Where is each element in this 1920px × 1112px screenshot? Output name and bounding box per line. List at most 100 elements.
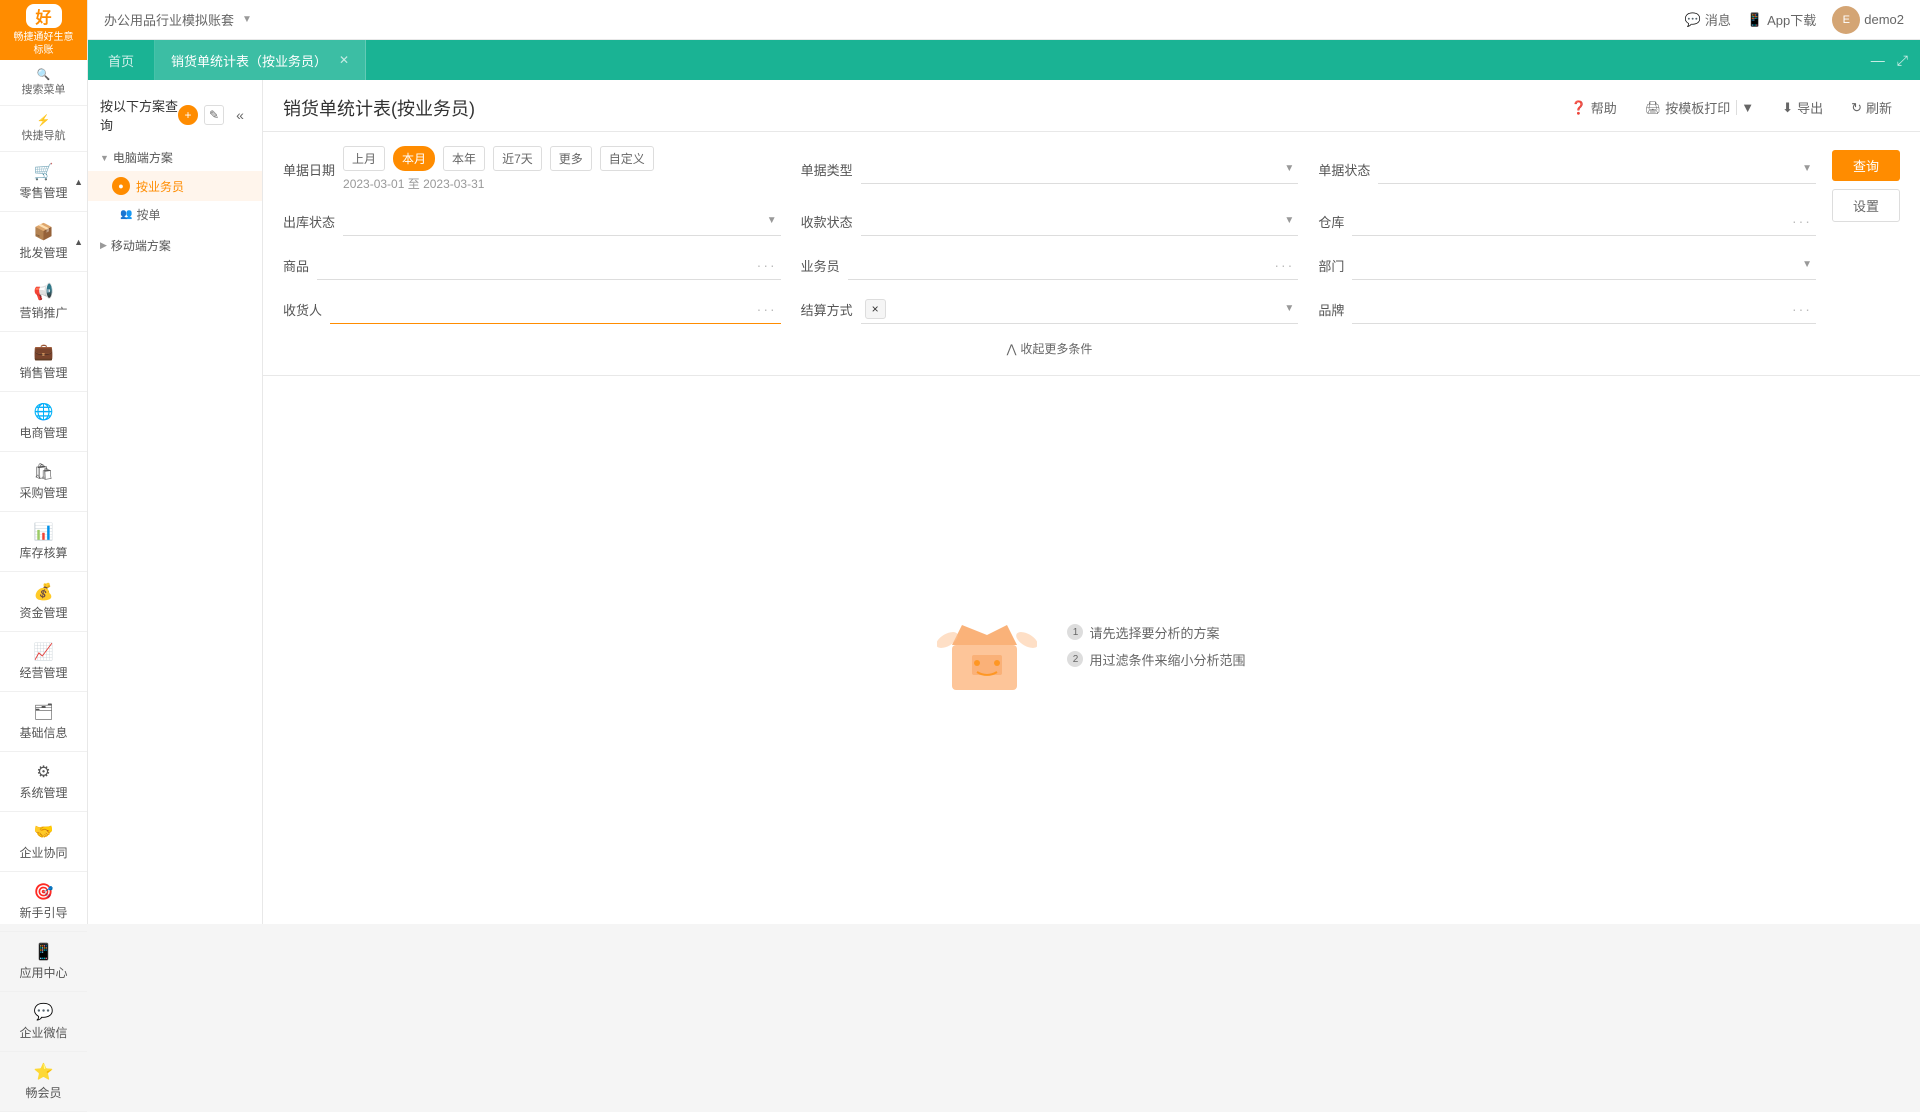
- message-button[interactable]: 💬 消息: [1685, 10, 1731, 29]
- receiver-input[interactable]: ···: [330, 294, 781, 324]
- query-button[interactable]: 查询: [1832, 150, 1900, 181]
- mobile-scheme-header[interactable]: ▶ 移动端方案: [88, 232, 262, 259]
- date-btn-more[interactable]: 更多: [550, 146, 592, 171]
- scheme-salesperson-label: 按业务员: [136, 178, 184, 195]
- sidebar-item-sales[interactable]: 💼 销售管理: [0, 332, 87, 392]
- scheme-item-by-salesperson[interactable]: ● 按业务员: [88, 171, 262, 201]
- date-btn-last-month[interactable]: 上月: [343, 146, 385, 171]
- date-btn-custom[interactable]: 自定义: [600, 146, 654, 171]
- tab-maximize-button[interactable]: ⤢: [1893, 48, 1912, 73]
- left-panel-title: 按以下方案查询: [100, 96, 178, 134]
- dept-label: 部门: [1318, 256, 1344, 275]
- tab-home[interactable]: 首页: [88, 40, 155, 80]
- sidebar-item-finance[interactable]: 💰 资金管理: [0, 572, 87, 632]
- out-status-dropdown-icon: ▼: [767, 215, 777, 226]
- brand-filter-cell: 品牌 ···: [1318, 294, 1816, 324]
- empty-hints: 1 请先选择要分析的方案 2 用过滤条件来缩小分析范围: [1067, 623, 1245, 677]
- sidebar-item-marketing[interactable]: 📢 营销推广: [0, 272, 87, 332]
- receipt-status-label: 收款状态: [801, 212, 853, 231]
- edit-scheme-button[interactable]: ✎: [204, 105, 224, 125]
- hint-text-2: 用过滤条件来缩小分析范围: [1089, 650, 1245, 669]
- doc-status-dropdown-icon: ▼: [1802, 163, 1812, 174]
- sidebar-sales-label: 销售管理: [19, 364, 67, 381]
- sidebar-item-retail[interactable]: 🛒 零售管理 ▲: [0, 152, 87, 212]
- sidebar-item-quick-nav[interactable]: ⚡ 快捷导航: [0, 106, 87, 152]
- doc-status-input[interactable]: ▼: [1378, 154, 1816, 184]
- settle-label: 结算方式: [801, 300, 853, 319]
- add-scheme-button[interactable]: +: [178, 105, 198, 125]
- sidebar-item-business[interactable]: 📈 经营管理: [0, 632, 87, 692]
- dept-input[interactable]: ▼: [1352, 250, 1816, 280]
- header-right: 💬 消息 📱 App下载 E demo2: [1685, 6, 1904, 34]
- date-btn-this-month[interactable]: 本月: [393, 146, 435, 171]
- tab-minimize-button[interactable]: —: [1867, 48, 1889, 72]
- sidebar-item-basic[interactable]: 🗂 基础信息: [0, 692, 87, 752]
- refresh-button[interactable]: ↻ 刷新: [1843, 94, 1900, 121]
- wholesale-icon: 📦: [34, 222, 54, 242]
- collapse-filters-button[interactable]: ⋀ 收起更多条件: [1007, 340, 1093, 357]
- out-status-label: 出库状态: [283, 212, 335, 231]
- subtitle-dropdown-icon[interactable]: ▼: [242, 14, 252, 25]
- wholesale-expand-icon: ▲: [74, 237, 83, 247]
- empty-hint-2: 2 用过滤条件来缩小分析范围: [1067, 650, 1245, 669]
- desktop-scheme-header[interactable]: ▼ 电脑端方案: [88, 144, 262, 171]
- sidebar-basic-label: 基础信息: [19, 724, 67, 741]
- sidebar-corp-label: 企业协同: [19, 844, 67, 861]
- member-icon: ⭐: [34, 1062, 54, 1082]
- sidebar-item-search[interactable]: 🔍 搜索菜单: [0, 60, 87, 106]
- tab-close-button[interactable]: ✕: [339, 53, 349, 67]
- app-logo: 好 畅捷通好生意标账: [0, 0, 87, 60]
- collapse-panel-button[interactable]: «: [230, 105, 250, 125]
- sidebar-item-corp[interactable]: 🤝 企业协同: [0, 812, 87, 872]
- help-button[interactable]: ❓ 帮助: [1563, 94, 1625, 121]
- out-status-input[interactable]: ▼: [343, 206, 781, 236]
- desktop-scheme-arrow: ▼: [100, 153, 109, 163]
- empty-illustration: [937, 600, 1037, 700]
- sidebar-retail-label: 零售管理: [19, 184, 67, 201]
- breadcrumb: 办公用品行业模拟账套 ▼: [104, 10, 252, 29]
- sidebar-purchase-label: 采购管理: [19, 484, 67, 501]
- brand-input[interactable]: ···: [1352, 294, 1816, 324]
- collapse-label: 收起更多条件: [1020, 340, 1092, 357]
- user-menu-button[interactable]: E demo2: [1832, 6, 1904, 34]
- hint-text-1: 请先选择要分析的方案: [1089, 623, 1219, 642]
- goods-input[interactable]: ···: [317, 250, 781, 280]
- sidebar-item-purchase[interactable]: 🛍 采购管理: [0, 452, 87, 512]
- doc-type-input[interactable]: ▼: [861, 154, 1299, 184]
- help-icon: ❓: [1571, 100, 1587, 116]
- inventory-icon: 📊: [34, 522, 54, 542]
- quick-nav-icon: ⚡: [37, 114, 51, 127]
- print-button[interactable]: 🖨 按模板打印 ▼: [1637, 94, 1762, 121]
- sidebar-item-guide[interactable]: 🎯 新手引导: [0, 872, 87, 932]
- sidebar-item-wholesale[interactable]: 📦 批发管理 ▲: [0, 212, 87, 272]
- salesperson-more-icon: ···: [1274, 257, 1294, 273]
- tab-sales-stat[interactable]: 销货单统计表（按业务员） ✕: [155, 40, 366, 80]
- export-button[interactable]: ⬇ 导出: [1774, 94, 1831, 121]
- app-download-button[interactable]: 📱 App下载: [1747, 10, 1816, 29]
- empty-svg: [937, 600, 1037, 700]
- warehouse-more-icon: ···: [1792, 213, 1812, 229]
- empty-state: 1 请先选择要分析的方案 2 用过滤条件来缩小分析范围: [263, 376, 1920, 924]
- sidebar-item-appcenter[interactable]: 📱 应用中心: [0, 932, 87, 992]
- settle-input[interactable]: × ▼: [861, 294, 1299, 324]
- app-download-label: App下载: [1767, 10, 1816, 29]
- left-panel-actions: + ✎ «: [178, 105, 250, 125]
- sidebar-item-ecommerce[interactable]: 🌐 电商管理: [0, 392, 87, 452]
- sidebar-item-inventory[interactable]: 📊 库存核算: [0, 512, 87, 572]
- receiver-label: 收货人: [283, 300, 322, 319]
- print-dropdown-icon[interactable]: ▼: [1736, 100, 1754, 115]
- sidebar-item-system[interactable]: ⚙ 系统管理: [0, 752, 87, 812]
- salesperson-input[interactable]: ···: [848, 250, 1299, 280]
- page-title: 销货单统计表(按业务员): [283, 95, 475, 121]
- set-button[interactable]: 设置: [1832, 189, 1900, 222]
- date-btn-this-year[interactable]: 本年: [443, 146, 485, 171]
- scheme-item-by-order[interactable]: 👥 按单: [88, 201, 262, 228]
- receipt-status-input[interactable]: ▼: [861, 206, 1299, 236]
- date-options: 上月 本月 本年 近7天 更多 自定义: [343, 146, 781, 171]
- sidebar-item-wechat[interactable]: 💬 企业微信: [0, 992, 87, 1052]
- sidebar-item-member[interactable]: ⭐ 畅会员: [0, 1052, 87, 1112]
- warehouse-input[interactable]: ···: [1352, 206, 1816, 236]
- date-btn-7days[interactable]: 近7天: [493, 146, 542, 171]
- sidebar-guide-label: 新手引导: [19, 904, 67, 921]
- tab-sales-stat-label: 销货单统计表（按业务员）: [171, 51, 327, 70]
